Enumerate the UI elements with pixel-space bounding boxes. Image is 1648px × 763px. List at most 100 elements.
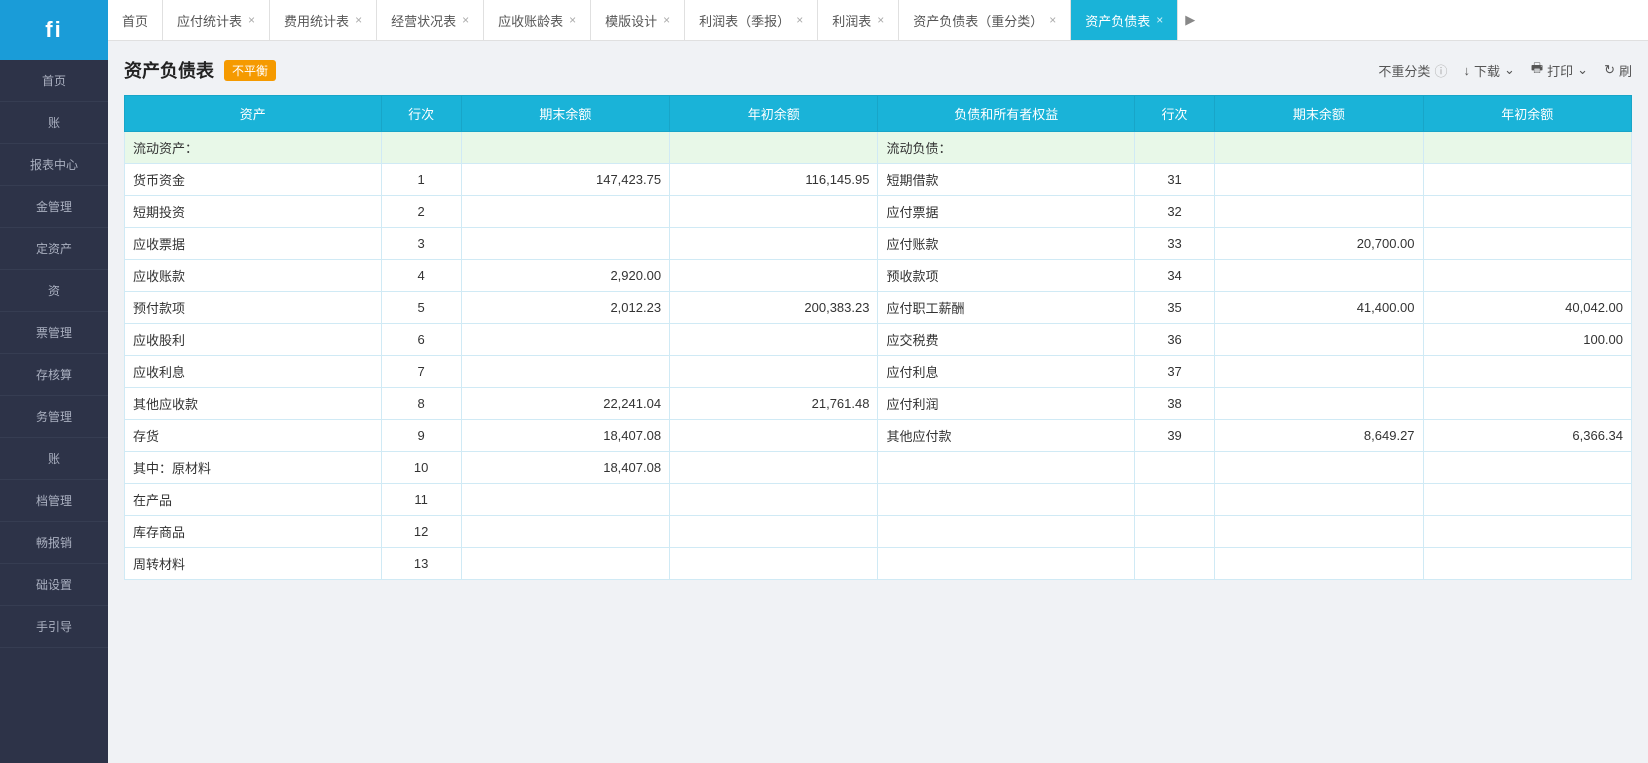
row-right-begin bbox=[1423, 164, 1631, 196]
classification-label: 不重分类 bbox=[1378, 61, 1430, 80]
tab-scroll-right[interactable]: ▶ bbox=[1178, 0, 1202, 40]
tab-expense-stats[interactable]: 费用统计表 × bbox=[270, 0, 377, 40]
row-right-label[interactable] bbox=[878, 484, 1135, 516]
tab-balance[interactable]: 资产负债表 × bbox=[1071, 0, 1178, 40]
tab-payable-stats[interactable]: 应付统计表 × bbox=[163, 0, 270, 40]
print-btn[interactable]: 🖶 打印 ⌄ bbox=[1531, 59, 1588, 81]
row-left-end bbox=[461, 228, 669, 260]
row-right-end bbox=[1215, 548, 1423, 580]
row-right-label[interactable]: 预收款项 bbox=[878, 260, 1135, 292]
row-left-label[interactable]: 存货 bbox=[125, 420, 382, 452]
row-left-num: 12 bbox=[381, 516, 461, 548]
tab-template-design[interactable]: 模版设计 × bbox=[591, 0, 685, 40]
row-left-label[interactable]: 应收利息 bbox=[125, 356, 382, 388]
section-left-end bbox=[461, 132, 669, 164]
sidebar-item-guide[interactable]: 手引导 bbox=[0, 606, 108, 648]
sidebar-item-inventory[interactable]: 存核算 bbox=[0, 354, 108, 396]
row-right-begin: 40,042.00 bbox=[1423, 292, 1631, 324]
sidebar-item-cash[interactable]: 金管理 bbox=[0, 186, 108, 228]
row-right-label[interactable]: 应付利润 bbox=[878, 388, 1135, 420]
row-right-num bbox=[1134, 516, 1214, 548]
tab-expense-stats-close[interactable]: × bbox=[355, 13, 362, 27]
section-row-current-assets: 流动资产： 流动负债： bbox=[125, 132, 1632, 164]
sidebar-item-tax[interactable]: 务管理 bbox=[0, 396, 108, 438]
tab-receivable-aging-close[interactable]: × bbox=[569, 13, 576, 27]
tab-profit-quarterly[interactable]: 利润表（季报） × bbox=[685, 0, 818, 40]
col-header-liability: 负债和所有者权益 bbox=[878, 96, 1135, 132]
row-left-label[interactable]: 其中：原材料 bbox=[125, 452, 382, 484]
tab-balance-close[interactable]: × bbox=[1156, 13, 1163, 27]
sidebar-item-home[interactable]: 首页 bbox=[0, 60, 108, 102]
row-right-end bbox=[1215, 356, 1423, 388]
sidebar-item-settings[interactable]: 础设置 bbox=[0, 564, 108, 606]
print-chevron-icon: ⌄ bbox=[1577, 62, 1588, 78]
row-right-label[interactable]: 应付利息 bbox=[878, 356, 1135, 388]
classification-btn[interactable]: 不重分类 ⓘ bbox=[1378, 61, 1447, 80]
row-left-label[interactable]: 应收票据 bbox=[125, 228, 382, 260]
help-icon[interactable]: ⓘ bbox=[1434, 61, 1447, 80]
sidebar-item-book[interactable]: 账 bbox=[0, 438, 108, 480]
tab-profit-quarterly-close[interactable]: × bbox=[796, 13, 803, 27]
tab-payable-stats-close[interactable]: × bbox=[248, 13, 255, 27]
sidebar-item-account[interactable]: 账 bbox=[0, 102, 108, 144]
table-row: 应收股利 6 应交税费 36 100.00 bbox=[125, 324, 1632, 356]
row-right-label[interactable]: 短期借款 bbox=[878, 164, 1135, 196]
row-left-label[interactable]: 应收账款 bbox=[125, 260, 382, 292]
table-row: 其中：原材料 10 18,407.08 bbox=[125, 452, 1632, 484]
row-right-label[interactable]: 应付账款 bbox=[878, 228, 1135, 260]
tab-operations[interactable]: 经营状况表 × bbox=[377, 0, 484, 40]
tab-home[interactable]: 首页 bbox=[108, 0, 163, 40]
refresh-label: 刷 bbox=[1619, 61, 1632, 80]
row-right-begin bbox=[1423, 548, 1631, 580]
row-right-begin bbox=[1423, 388, 1631, 420]
row-right-label[interactable]: 应付票据 bbox=[878, 196, 1135, 228]
row-left-begin bbox=[670, 228, 878, 260]
row-right-end: 20,700.00 bbox=[1215, 228, 1423, 260]
row-right-begin bbox=[1423, 196, 1631, 228]
sidebar-item-tickets[interactable]: 票管理 bbox=[0, 312, 108, 354]
row-right-end bbox=[1215, 196, 1423, 228]
tab-balance-reclassified-close[interactable]: × bbox=[1049, 13, 1056, 27]
sidebar-item-expense[interactable]: 畅报销 bbox=[0, 522, 108, 564]
sidebar-item-reports[interactable]: 报表中心 bbox=[0, 144, 108, 186]
tab-profit-close[interactable]: × bbox=[877, 13, 884, 27]
row-right-label[interactable] bbox=[878, 548, 1135, 580]
row-left-begin: 200,383.23 bbox=[670, 292, 878, 324]
row-right-label[interactable]: 应付职工薪酬 bbox=[878, 292, 1135, 324]
row-right-label[interactable]: 其他应付款 bbox=[878, 420, 1135, 452]
sidebar-item-assets[interactable]: 定资产 bbox=[0, 228, 108, 270]
tab-template-design-close[interactable]: × bbox=[663, 13, 670, 27]
row-left-end: 18,407.08 bbox=[461, 452, 669, 484]
row-left-end bbox=[461, 516, 669, 548]
tab-operations-close[interactable]: × bbox=[462, 13, 469, 27]
row-right-label[interactable] bbox=[878, 452, 1135, 484]
tab-home-label: 首页 bbox=[122, 11, 148, 30]
section-left-num bbox=[381, 132, 461, 164]
row-left-end: 18,407.08 bbox=[461, 420, 669, 452]
sidebar-item-invest[interactable]: 资 bbox=[0, 270, 108, 312]
row-left-label[interactable]: 应收股利 bbox=[125, 324, 382, 356]
table-row: 应收账款 4 2,920.00 预收款项 34 bbox=[125, 260, 1632, 292]
table-row: 应收票据 3 应付账款 33 20,700.00 bbox=[125, 228, 1632, 260]
tab-expense-stats-label: 费用统计表 bbox=[284, 11, 349, 30]
tab-balance-reclassified[interactable]: 资产负债表（重分类） × bbox=[899, 0, 1071, 40]
row-right-label[interactable]: 应交税费 bbox=[878, 324, 1135, 356]
row-left-label[interactable]: 其他应收款 bbox=[125, 388, 382, 420]
sidebar-item-archive[interactable]: 档管理 bbox=[0, 480, 108, 522]
row-left-label[interactable]: 预付款项 bbox=[125, 292, 382, 324]
row-right-num: 37 bbox=[1134, 356, 1214, 388]
row-left-label[interactable]: 库存商品 bbox=[125, 516, 382, 548]
row-left-label[interactable]: 短期投资 bbox=[125, 196, 382, 228]
page-title: 资产负债表 bbox=[124, 57, 214, 83]
unbalanced-badge: 不平衡 bbox=[224, 60, 276, 81]
refresh-btn[interactable]: ↻ 刷 bbox=[1604, 61, 1632, 80]
table-row: 应收利息 7 应付利息 37 bbox=[125, 356, 1632, 388]
content-area: 资产负债表 不平衡 不重分类 ⓘ ↓ 下载 ⌄ 🖶 打印 ⌄ bbox=[108, 41, 1648, 763]
download-btn[interactable]: ↓ 下载 ⌄ bbox=[1463, 61, 1514, 80]
row-right-label[interactable] bbox=[878, 516, 1135, 548]
row-left-label[interactable]: 在产品 bbox=[125, 484, 382, 516]
tab-profit[interactable]: 利润表 × bbox=[818, 0, 899, 40]
row-left-label[interactable]: 周转材料 bbox=[125, 548, 382, 580]
tab-receivable-aging[interactable]: 应收账龄表 × bbox=[484, 0, 591, 40]
row-left-label[interactable]: 货币资金 bbox=[125, 164, 382, 196]
